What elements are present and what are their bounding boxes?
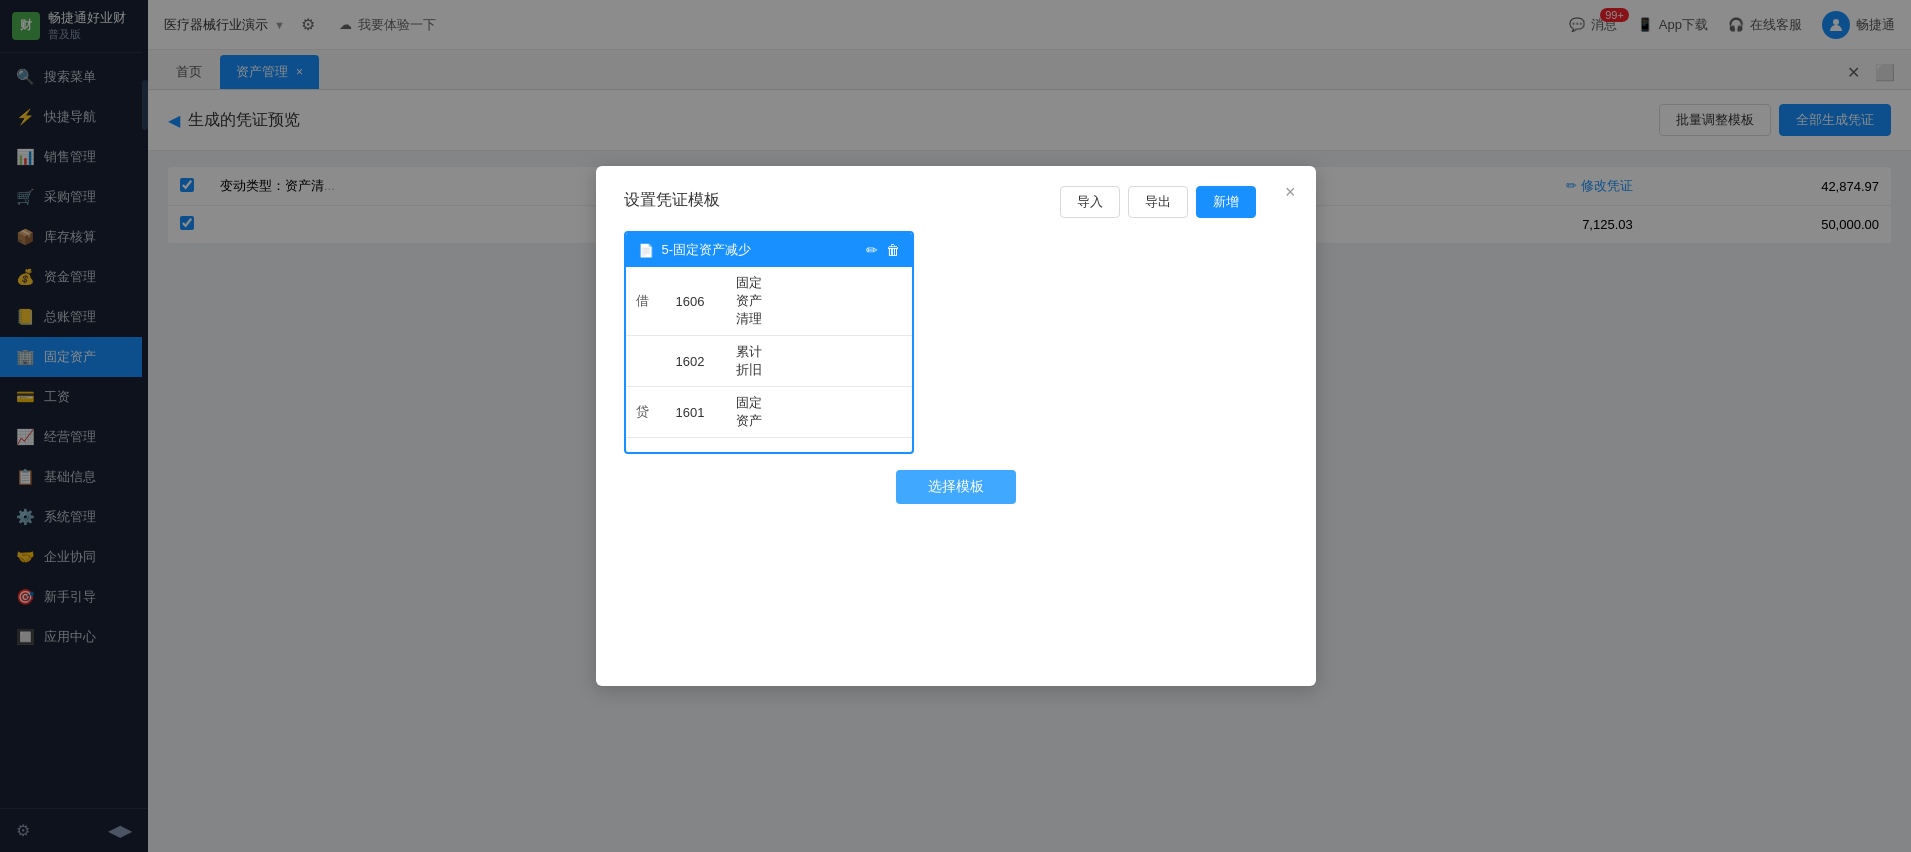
template-edit-icon[interactable]: ✏ <box>866 242 878 258</box>
modal-dialog: × 设置凭证模板 导入 导出 新增 📄 5-固定资产减少 ✏ 🗑 <box>596 166 1316 686</box>
entry-debit <box>772 267 842 336</box>
template-card-title-text: 5-固定资产减少 <box>662 241 752 259</box>
template-entry-row: 1602 累计折旧 <box>626 336 912 387</box>
template-card-actions: ✏ 🗑 <box>866 242 900 258</box>
entry-credit <box>842 267 912 336</box>
entry-code: 1601 <box>666 387 726 438</box>
modal-overlay: × 设置凭证模板 导入 导出 新增 📄 5-固定资产减少 ✏ 🗑 <box>0 0 1911 852</box>
entry-debit <box>772 336 842 387</box>
entry-debit <box>772 387 842 438</box>
entry-type <box>626 336 666 387</box>
modal-content: 📄 5-固定资产减少 ✏ 🗑 借 1606 固定资产清理 1602 累计折旧 <box>624 231 1288 504</box>
entry-type: 借 <box>626 267 666 336</box>
entry-type: 贷 <box>626 387 666 438</box>
modal-toolbar: 导入 导出 新增 <box>1060 186 1256 218</box>
template-doc-icon: 📄 <box>638 243 654 258</box>
select-template-button[interactable]: 选择模板 <box>896 470 1016 504</box>
template-card: 📄 5-固定资产减少 ✏ 🗑 借 1606 固定资产清理 1602 累计折旧 <box>624 231 914 454</box>
entry-name: 固定资产清理 <box>726 267 772 336</box>
template-delete-icon[interactable]: 🗑 <box>886 242 900 258</box>
entry-code: 1602 <box>666 336 726 387</box>
template-entries-table: 借 1606 固定资产清理 1602 累计折旧 贷 1601 固定资产 <box>626 267 912 452</box>
modal-close-button[interactable]: × <box>1285 182 1296 203</box>
template-card-title-group: 📄 5-固定资产减少 <box>638 241 752 259</box>
entry-credit <box>842 387 912 438</box>
entry-name: 固定资产 <box>726 387 772 438</box>
entry-name: 累计折旧 <box>726 336 772 387</box>
new-template-button[interactable]: 新增 <box>1196 186 1256 218</box>
entry-code: 1606 <box>666 267 726 336</box>
import-button[interactable]: 导入 <box>1060 186 1120 218</box>
export-button[interactable]: 导出 <box>1128 186 1188 218</box>
template-entry-row: 借 1606 固定资产清理 <box>626 267 912 336</box>
entry-credit <box>842 336 912 387</box>
template-entry-empty-row <box>626 438 912 453</box>
template-entry-row: 贷 1601 固定资产 <box>626 387 912 438</box>
template-card-header: 📄 5-固定资产减少 ✏ 🗑 <box>626 233 912 267</box>
